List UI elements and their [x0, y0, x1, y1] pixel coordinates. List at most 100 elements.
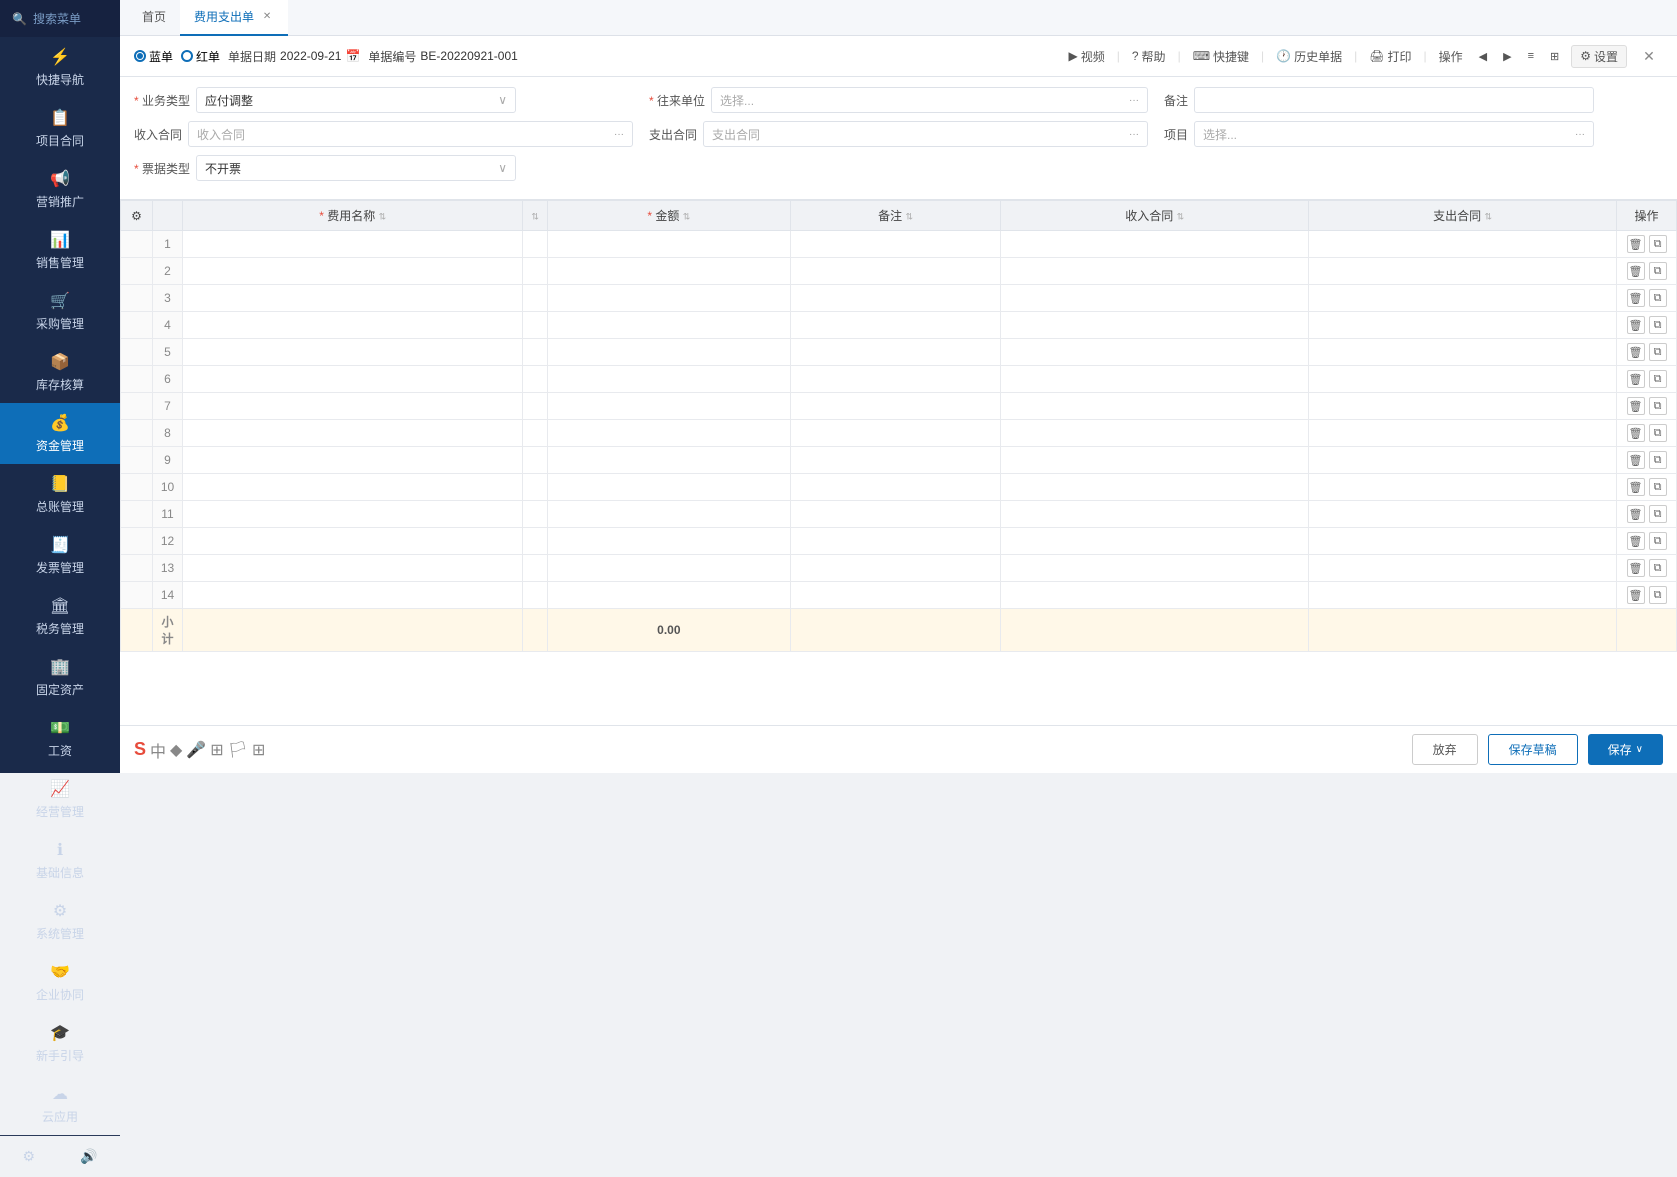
copy-row-btn[interactable]: ⧉	[1649, 559, 1667, 577]
sidebar-item-quick-nav[interactable]: ⚡ 快捷导航	[0, 37, 120, 98]
delete-row-btn[interactable]: 🗑	[1627, 559, 1645, 577]
amount-cell[interactable]	[547, 312, 790, 339]
remark-cell[interactable]	[790, 447, 1000, 474]
help-btn[interactable]: ? 帮助	[1128, 46, 1170, 67]
copy-row-btn[interactable]: ⧉	[1649, 262, 1667, 280]
income-contract-cell[interactable]	[1001, 474, 1309, 501]
income-contract-cell[interactable]	[1001, 339, 1309, 366]
sort-income-contract-icon[interactable]: ⇅	[1177, 211, 1185, 221]
calendar-icon[interactable]: 📅	[345, 49, 360, 63]
delete-row-btn[interactable]: 🗑	[1627, 397, 1645, 415]
income-contract-cell[interactable]	[1001, 447, 1309, 474]
discard-button[interactable]: 放弃	[1412, 734, 1478, 765]
ops-btn[interactable]: 操作	[1435, 46, 1467, 67]
copy-row-btn[interactable]: ⧉	[1649, 532, 1667, 550]
amount-cell[interactable]	[547, 366, 790, 393]
doc-num-value[interactable]: BE-20220921-001	[420, 49, 517, 63]
amount-cell[interactable]	[547, 501, 790, 528]
expense-name-cell[interactable]	[183, 393, 523, 420]
tab-close-icon[interactable]: ✕	[260, 10, 274, 24]
amount-cell[interactable]	[547, 393, 790, 420]
amount-cell[interactable]	[547, 474, 790, 501]
copy-row-btn[interactable]: ⧉	[1649, 370, 1667, 388]
zhong-icon[interactable]: 中	[150, 738, 166, 762]
remark-cell[interactable]	[790, 501, 1000, 528]
delete-row-btn[interactable]: 🗑	[1627, 235, 1645, 253]
amount-cell[interactable]	[547, 231, 790, 258]
delete-row-btn[interactable]: 🗑	[1627, 451, 1645, 469]
sidebar-item-project-contract[interactable]: 📋 项目合同	[0, 98, 120, 159]
delete-row-btn[interactable]: 🗑	[1627, 424, 1645, 442]
window-close-btn[interactable]: ✕	[1635, 42, 1663, 70]
expense-name-cell[interactable]	[183, 285, 523, 312]
sidebar-item-purchase[interactable]: 🛒 采购管理	[0, 281, 120, 342]
remark-input[interactable]	[1194, 87, 1594, 113]
delete-row-btn[interactable]: 🗑	[1627, 289, 1645, 307]
settings-button[interactable]: ⚙ 设置	[1571, 45, 1627, 68]
sidebar-item-ops[interactable]: 📈 经营管理	[0, 769, 120, 830]
delete-row-btn[interactable]: 🗑	[1627, 505, 1645, 523]
save-button[interactable]: 保存 ∨	[1588, 734, 1663, 765]
diamond-icon[interactable]: ◆	[170, 740, 182, 760]
expense-contract-cell[interactable]	[1309, 339, 1617, 366]
delete-row-btn[interactable]: 🗑	[1627, 343, 1645, 361]
delete-row-btn[interactable]: 🗑	[1627, 316, 1645, 334]
copy-row-btn[interactable]: ⧉	[1649, 235, 1667, 253]
save-draft-button[interactable]: 保存草稿	[1488, 734, 1578, 765]
remark-cell[interactable]	[790, 231, 1000, 258]
nav-next-btn[interactable]: ▶	[1499, 48, 1515, 65]
expense-contract-cell[interactable]	[1309, 393, 1617, 420]
sort-expense-contract-icon[interactable]: ⇅	[1484, 211, 1492, 221]
delete-row-btn[interactable]: 🗑	[1627, 586, 1645, 604]
sidebar-item-sales[interactable]: 📊 销售管理	[0, 220, 120, 281]
expense-name-cell[interactable]	[183, 231, 523, 258]
expense-name-cell[interactable]	[183, 420, 523, 447]
expense-name-cell[interactable]	[183, 339, 523, 366]
sidebar-item-sys[interactable]: ⚙ 系统管理	[0, 891, 120, 952]
biz-type-input[interactable]: 应付调整 ∨	[196, 87, 516, 113]
project-input[interactable]: 选择... ···	[1194, 121, 1594, 147]
expense-name-cell[interactable]	[183, 555, 523, 582]
expense-contract-cell[interactable]	[1309, 285, 1617, 312]
amount-cell[interactable]	[547, 447, 790, 474]
income-contract-cell[interactable]	[1001, 501, 1309, 528]
copy-row-btn[interactable]: ⧉	[1649, 586, 1667, 604]
expense-name-cell[interactable]	[183, 528, 523, 555]
remark-cell[interactable]	[790, 582, 1000, 609]
remark-cell[interactable]	[790, 474, 1000, 501]
layout-grid-btn[interactable]: ⊞	[1546, 48, 1563, 65]
expense-contract-cell[interactable]	[1309, 555, 1617, 582]
copy-row-btn[interactable]: ⧉	[1649, 478, 1667, 496]
income-contract-cell[interactable]	[1001, 258, 1309, 285]
amount-cell[interactable]	[547, 420, 790, 447]
income-contract-cell[interactable]	[1001, 420, 1309, 447]
amount-cell[interactable]	[547, 555, 790, 582]
sidebar-item-marketing[interactable]: 📢 营销推广	[0, 159, 120, 220]
expense-contract-cell[interactable]	[1309, 258, 1617, 285]
tab-home[interactable]: 首页	[128, 0, 180, 36]
expense-contract-cell[interactable]	[1309, 420, 1617, 447]
sidebar-item-basic-info[interactable]: ℹ 基础信息	[0, 830, 120, 891]
income-contract-cell[interactable]	[1001, 312, 1309, 339]
sidebar-item-guide[interactable]: 🎓 新手引导	[0, 1013, 120, 1074]
remark-cell[interactable]	[790, 555, 1000, 582]
amount-cell[interactable]	[547, 285, 790, 312]
sort-icon[interactable]: ⇅	[531, 211, 539, 221]
video-btn[interactable]: ▶ 视频	[1064, 46, 1108, 67]
settings-bottom-icon[interactable]: ⚙	[19, 1144, 40, 1169]
amount-cell[interactable]	[547, 339, 790, 366]
remark-cell[interactable]	[790, 339, 1000, 366]
expense-contract-cell[interactable]	[1309, 528, 1617, 555]
expense-contract-cell[interactable]	[1309, 312, 1617, 339]
income-contract-cell[interactable]	[1001, 528, 1309, 555]
copy-row-btn[interactable]: ⧉	[1649, 505, 1667, 523]
sidebar-item-invoice[interactable]: 🧾 发票管理	[0, 525, 120, 586]
sidebar-item-tax[interactable]: 🏛 税务管理	[0, 586, 120, 647]
expense-name-cell[interactable]	[183, 447, 523, 474]
sort-remark-icon[interactable]: ⇅	[905, 211, 913, 221]
remark-cell[interactable]	[790, 420, 1000, 447]
sidebar-item-payroll[interactable]: 💵 工资	[0, 708, 120, 769]
expense-contract-cell[interactable]	[1309, 231, 1617, 258]
grid-icon[interactable]: ⊞	[210, 740, 223, 760]
amount-cell[interactable]	[547, 258, 790, 285]
